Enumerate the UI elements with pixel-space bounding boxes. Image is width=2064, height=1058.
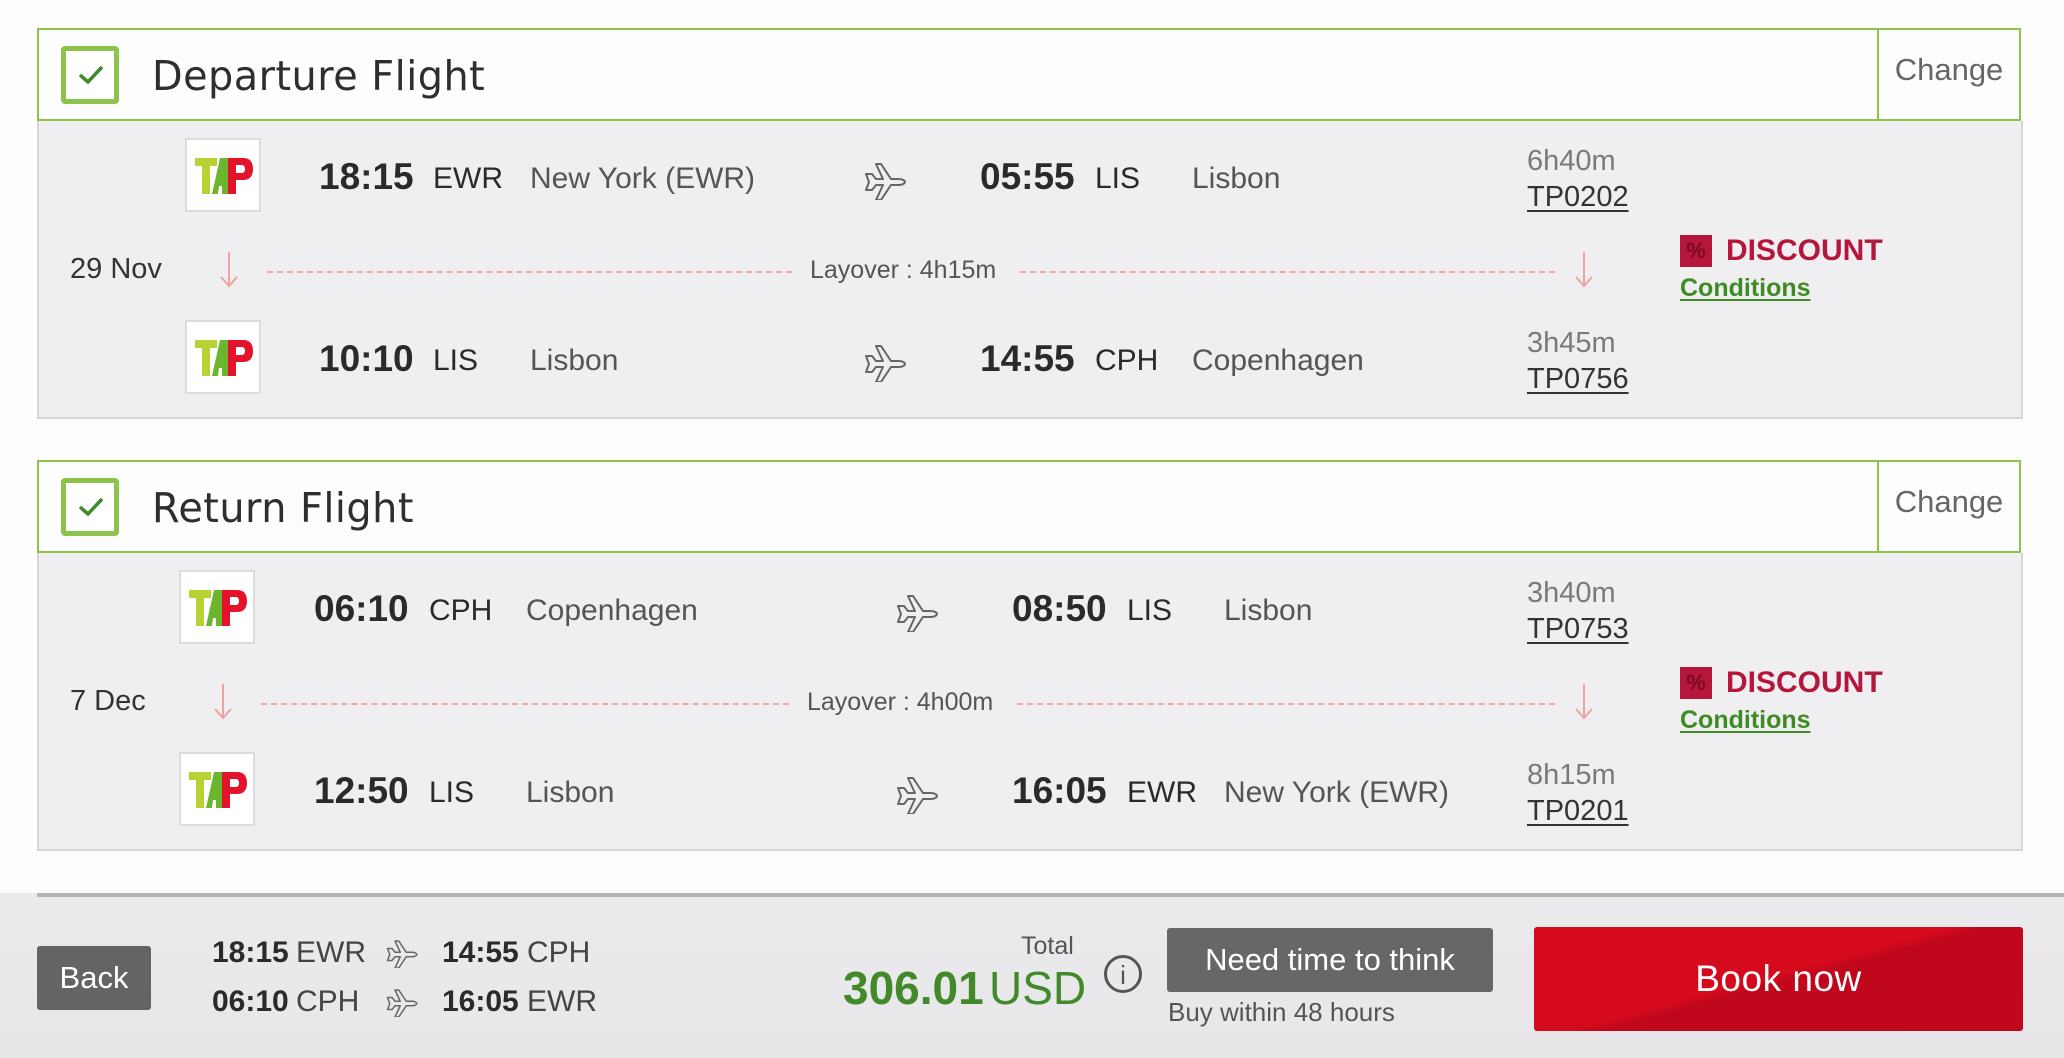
plane-icon bbox=[384, 987, 418, 1017]
flight-date: 7 Dec bbox=[70, 685, 146, 717]
flight-number-link[interactable]: TP0202 bbox=[1527, 181, 1629, 214]
tap-logo-icon bbox=[195, 158, 253, 194]
total-label: Total bbox=[1021, 932, 1074, 960]
arr-code: LIS bbox=[1095, 162, 1141, 195]
airline-logo bbox=[185, 320, 261, 394]
flight-number-link[interactable]: TP0201 bbox=[1527, 795, 1629, 828]
return-body: 06:10 CPH Copenhagen 08:50 LIS Lisbon 3h… bbox=[37, 553, 2023, 851]
arr-time: 08:50 bbox=[1012, 588, 1107, 629]
duration: 3h45m bbox=[1527, 327, 1616, 359]
dep-time: 18:15 bbox=[319, 156, 414, 197]
departure-title: Departure Flight bbox=[152, 52, 486, 100]
tap-logo-icon bbox=[195, 340, 253, 376]
dep-code: LIS bbox=[429, 776, 475, 809]
layover-dash bbox=[261, 703, 789, 705]
duration: 6h40m bbox=[1527, 145, 1616, 177]
departure-body: 18:15 EWR New York (EWR) 05:55 LIS Lisbo… bbox=[37, 121, 2023, 419]
arr-code: LIS bbox=[1127, 594, 1173, 627]
arr-time: 14:55 bbox=[980, 338, 1075, 379]
dep-city: Lisbon bbox=[526, 776, 615, 809]
layover-dash bbox=[1020, 271, 1555, 273]
return-change-button[interactable]: Change bbox=[1877, 462, 2019, 551]
layover-dash bbox=[1017, 703, 1555, 705]
check-icon bbox=[78, 65, 104, 85]
return-header: Return Flight Change bbox=[37, 460, 2021, 553]
dep-code: CPH bbox=[429, 594, 493, 627]
flight-date: 29 Nov bbox=[70, 253, 162, 285]
arr-city: New York (EWR) bbox=[1224, 776, 1450, 809]
down-arrow-icon bbox=[1574, 684, 1594, 720]
summary-dep-time: 18:15 bbox=[212, 936, 289, 969]
airline-logo bbox=[179, 570, 255, 644]
duration: 8h15m bbox=[1527, 759, 1616, 791]
airline-logo bbox=[185, 138, 261, 212]
plane-icon bbox=[894, 592, 938, 632]
summary-arr-time: 14:55 bbox=[442, 936, 519, 969]
layover-text: Layover : 4h00m bbox=[807, 688, 994, 716]
arr-city: Lisbon bbox=[1224, 594, 1313, 627]
layover-dash bbox=[267, 271, 792, 273]
need-time-to-think-button[interactable]: Need time to think bbox=[1167, 928, 1493, 992]
check-icon bbox=[78, 497, 104, 517]
down-arrow-icon bbox=[213, 684, 233, 720]
info-icon[interactable]: i bbox=[1104, 955, 1142, 993]
dep-code: LIS bbox=[433, 344, 479, 377]
tap-logo-icon bbox=[189, 590, 247, 626]
return-checkbox[interactable] bbox=[61, 478, 119, 536]
discount-icon: % bbox=[1680, 235, 1712, 267]
summary-dep-code: EWR bbox=[296, 936, 366, 969]
discount-label: DISCOUNT bbox=[1726, 666, 1883, 699]
conditions-link[interactable]: Conditions bbox=[1680, 274, 1811, 303]
arr-time: 05:55 bbox=[980, 156, 1075, 197]
down-arrow-icon bbox=[219, 252, 239, 288]
return-title: Return Flight bbox=[152, 484, 414, 532]
discount-icon: % bbox=[1680, 667, 1712, 699]
back-button[interactable]: Back bbox=[37, 946, 151, 1010]
plane-icon bbox=[384, 938, 418, 968]
dep-city: Lisbon bbox=[530, 344, 619, 377]
arr-code: EWR bbox=[1127, 776, 1197, 809]
discount-label: DISCOUNT bbox=[1726, 234, 1883, 267]
currency: USD bbox=[989, 962, 1087, 1014]
summary-dep-code: CPH bbox=[296, 985, 360, 1018]
arr-time: 16:05 bbox=[1012, 770, 1107, 811]
summary-arr-code: EWR bbox=[527, 985, 597, 1018]
dep-time: 06:10 bbox=[314, 588, 409, 629]
conditions-link[interactable]: Conditions bbox=[1680, 706, 1811, 735]
departure-header: Departure Flight Change bbox=[37, 28, 2021, 121]
arr-city: Copenhagen bbox=[1192, 344, 1364, 377]
dep-city: New York (EWR) bbox=[530, 162, 756, 195]
total-price: 306.01 bbox=[843, 962, 984, 1014]
dep-time: 12:50 bbox=[314, 770, 409, 811]
layover-text: Layover : 4h15m bbox=[810, 256, 997, 284]
summary-arr-code: CPH bbox=[527, 936, 591, 969]
plane-icon bbox=[894, 774, 938, 814]
duration: 3h40m bbox=[1527, 577, 1616, 609]
departure-checkbox[interactable] bbox=[61, 46, 119, 104]
down-arrow-icon bbox=[1574, 252, 1594, 288]
summary-arr-time: 16:05 bbox=[442, 985, 519, 1018]
summary-dep-time: 06:10 bbox=[212, 985, 289, 1018]
footer-divider bbox=[37, 893, 2064, 897]
dep-code: EWR bbox=[433, 162, 503, 195]
arr-code: CPH bbox=[1095, 344, 1159, 377]
tap-logo-icon bbox=[189, 772, 247, 808]
flight-number-link[interactable]: TP0756 bbox=[1527, 363, 1629, 396]
book-now-button[interactable]: Book now bbox=[1534, 927, 2023, 1031]
airline-logo bbox=[179, 752, 255, 826]
arr-city: Lisbon bbox=[1192, 162, 1281, 195]
plane-icon bbox=[862, 342, 906, 382]
buy-within-note: Buy within 48 hours bbox=[1168, 997, 1395, 1027]
plane-icon bbox=[862, 160, 906, 200]
dep-time: 10:10 bbox=[319, 338, 414, 379]
flight-number-link[interactable]: TP0753 bbox=[1527, 613, 1629, 646]
departure-change-button[interactable]: Change bbox=[1877, 30, 2019, 119]
dep-city: Copenhagen bbox=[526, 594, 698, 627]
